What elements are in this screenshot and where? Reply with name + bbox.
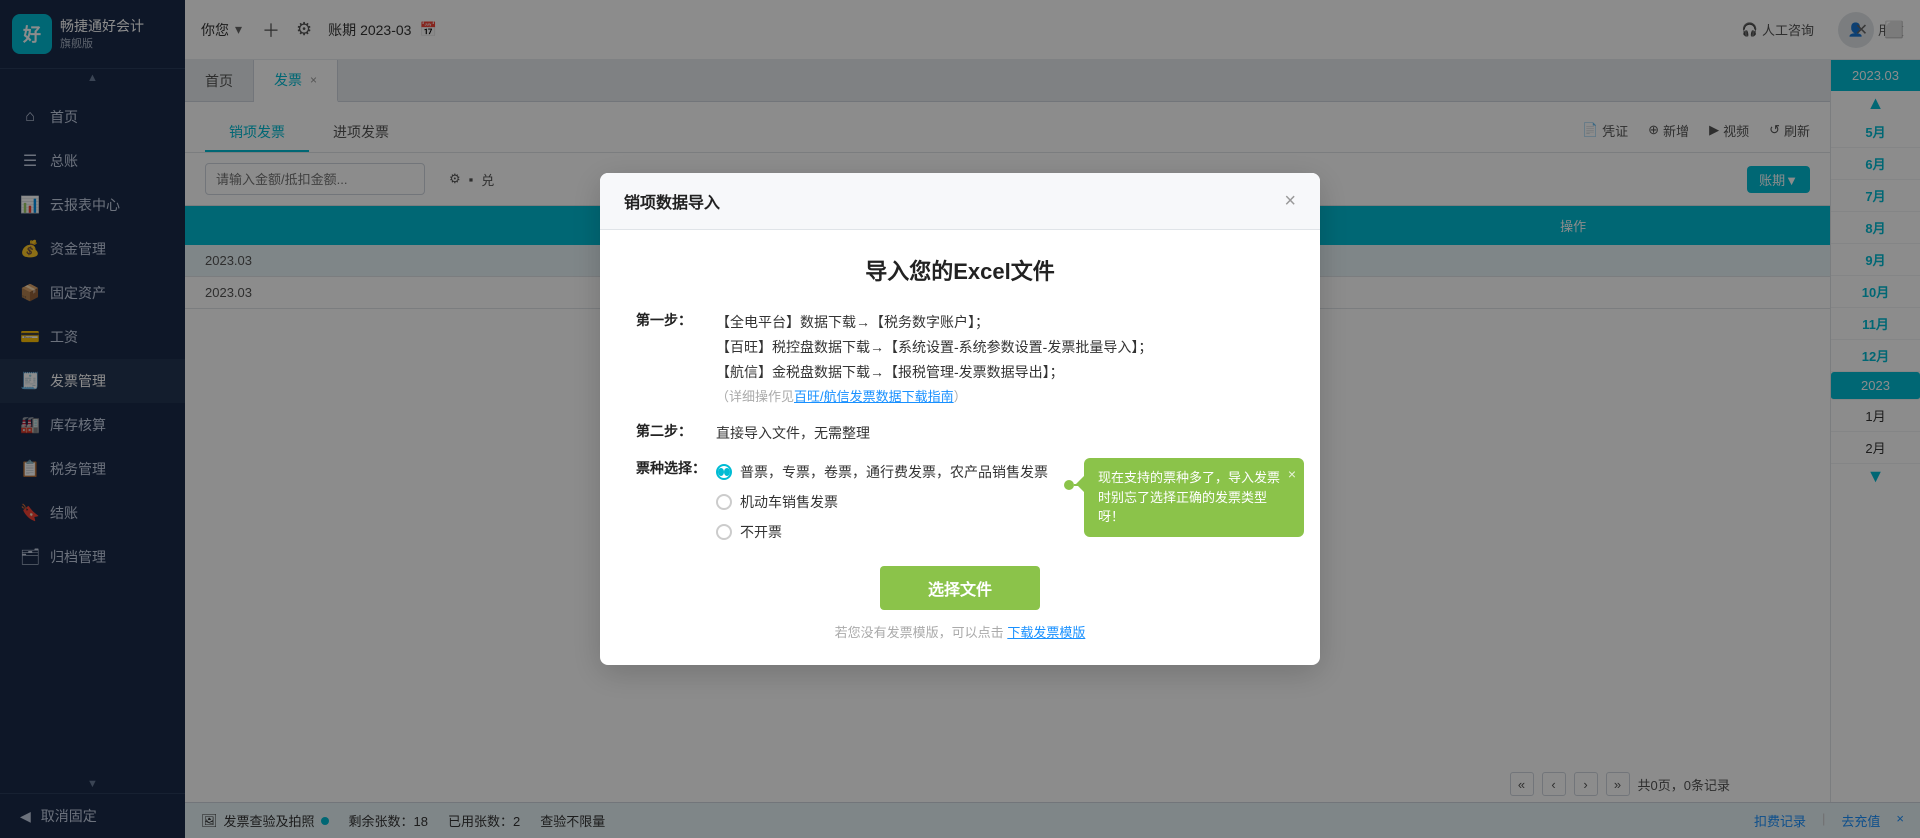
select-file-button[interactable]: 选择文件 — [880, 566, 1040, 610]
download-guide-link[interactable]: 百旺/航信发票数据下载指南 — [794, 389, 954, 404]
ticket-label-3: 不开票 — [740, 522, 782, 542]
step2-text: 直接导入文件，无需整理 — [716, 425, 870, 441]
step2-row: 第二步： 直接导入文件，无需整理 — [636, 421, 1284, 446]
step1-line-3: 【航信】金税盘数据下载→【报税管理-发票数据导出】； — [716, 360, 1152, 385]
tooltip-close-button[interactable]: × — [1288, 464, 1296, 485]
ticket-radio-1[interactable]: 普票，专票，卷票，通行费发票，农产品销售发票 — [716, 462, 1048, 482]
dialog-header: 销项数据导入 × — [600, 173, 1320, 230]
step1-content: 【全电平台】数据下载→【税务数字账户】； 【百旺】税控盘数据下载→【系统设置-系… — [716, 310, 1152, 409]
step1-label: 第一步： — [636, 310, 708, 330]
radio-circle-2 — [716, 494, 732, 510]
ticket-radio-2[interactable]: 机动车销售发票 — [716, 492, 1048, 512]
step1-line-1: 【全电平台】数据下载→【税务数字账户】； — [716, 310, 1152, 335]
ticket-radio-3[interactable]: 不开票 — [716, 522, 1048, 542]
tooltip-dot — [1064, 480, 1074, 490]
ticket-label-1: 普票，专票，卷票，通行费发票，农产品销售发票 — [740, 462, 1048, 482]
ticket-selection-row: 票种选择： 普票，专票，卷票，通行费发票，农产品销售发票 机动车销售发票 不开票 — [636, 458, 1284, 542]
step1-line-2: 【百旺】税控盘数据下载→【系统设置-系统参数设置-发票批量导入】； — [716, 335, 1152, 360]
step2-content: 直接导入文件，无需整理 — [716, 421, 870, 446]
ticket-label-2: 机动车销售发票 — [740, 492, 838, 512]
dialog: 销项数据导入 × 导入您的Excel文件 第一步： 【全电平台】数据下载→【税务… — [600, 173, 1320, 665]
tooltip-text: 现在支持的票种多了，导入发票时别忘了选择正确的发票类型呀！ — [1098, 468, 1290, 527]
modal-overlay[interactable]: 销项数据导入 × 导入您的Excel文件 第一步： 【全电平台】数据下载→【税务… — [0, 0, 1920, 838]
download-template-link[interactable]: 下载发票模版 — [1007, 625, 1085, 640]
dialog-close-button[interactable]: × — [1284, 191, 1296, 211]
radio-group: 普票，专票，卷票，通行费发票，农产品销售发票 机动车销售发票 不开票 — [716, 462, 1048, 542]
dialog-main-title: 导入您的Excel文件 — [636, 254, 1284, 286]
radio-circle-1 — [716, 464, 732, 480]
dialog-footer-note: 若您没有发票模版，可以点击 下载发票模版 — [636, 622, 1284, 641]
radio-circle-3 — [716, 524, 732, 540]
ticket-label: 票种选择： — [636, 458, 708, 478]
tooltip-line — [1074, 484, 1084, 486]
tooltip-bubble: × 现在支持的票种多了，导入发票时别忘了选择正确的发票类型呀！ — [1084, 458, 1304, 537]
step2-label: 第二步： — [636, 421, 708, 441]
step1-row: 第一步： 【全电平台】数据下载→【税务数字账户】； 【百旺】税控盘数据下载→【系… — [636, 310, 1284, 409]
dialog-body: 导入您的Excel文件 第一步： 【全电平台】数据下载→【税务数字账户】； 【百… — [600, 230, 1320, 665]
footer-note-text: 若您没有发票模版，可以点击 — [835, 625, 1004, 640]
dialog-title: 销项数据导入 — [624, 189, 720, 213]
step1-note: （详细操作见百旺/航信发票数据下载指南） — [716, 385, 1152, 408]
